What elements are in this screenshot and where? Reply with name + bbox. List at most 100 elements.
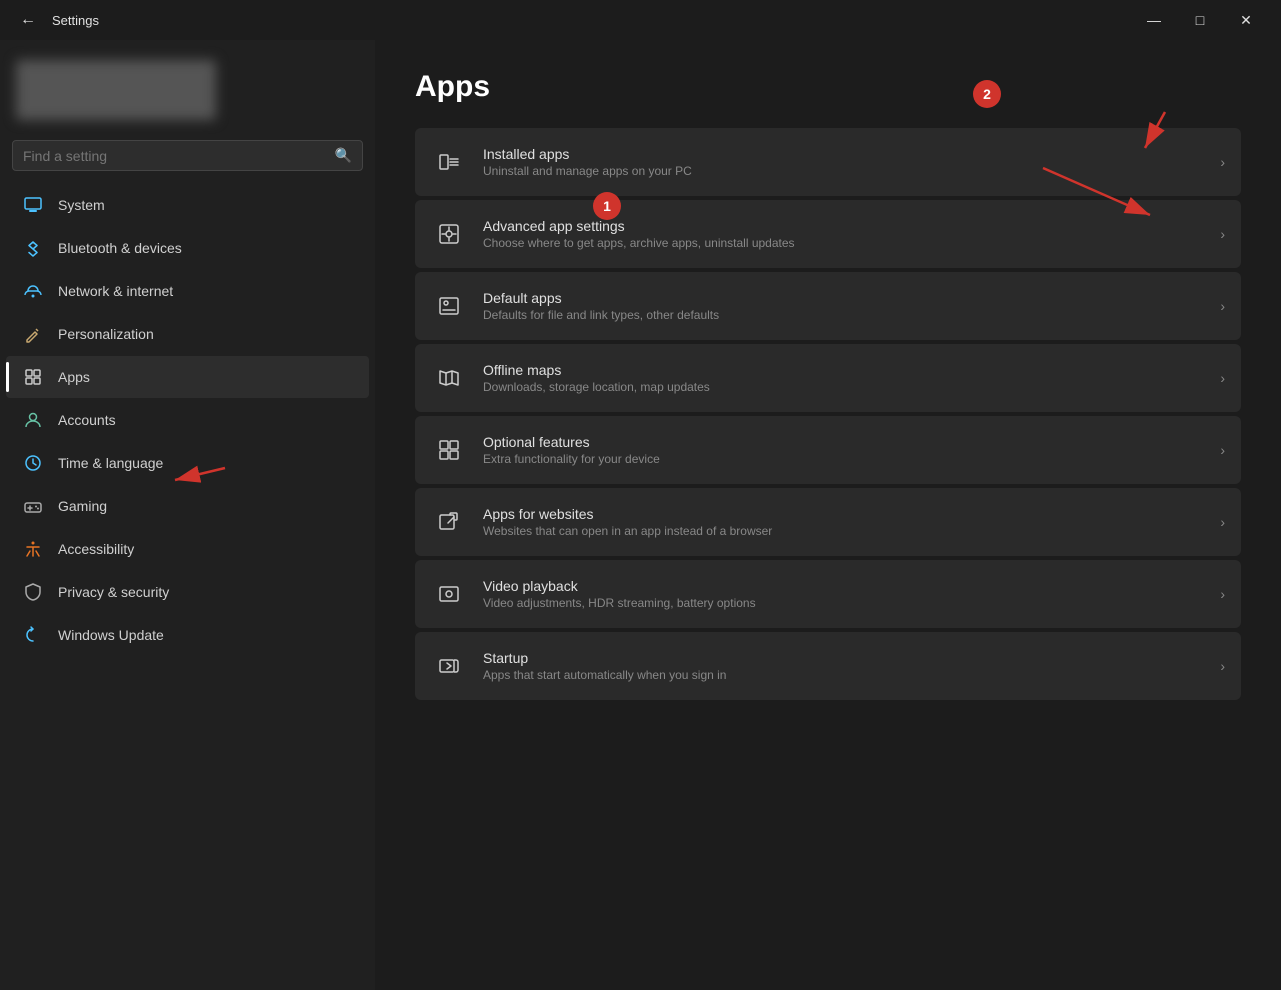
sidebar-item-label-gaming: Gaming	[58, 498, 107, 514]
optional-features-icon	[431, 432, 467, 468]
apps-for-websites-text: Apps for websites Websites that can open…	[483, 506, 1204, 538]
sidebar-item-time[interactable]: Time & language	[6, 442, 369, 484]
video-playback-title: Video playback	[483, 578, 1204, 594]
sidebar-item-network[interactable]: Network & internet	[6, 270, 369, 312]
startup-title: Startup	[483, 650, 1204, 666]
apps-icon	[22, 366, 44, 388]
close-button[interactable]: ✕	[1223, 0, 1269, 40]
installed-apps-title: Installed apps	[483, 146, 1204, 162]
sidebar-item-accounts[interactable]: Accounts	[6, 399, 369, 441]
settings-item-apps-for-websites[interactable]: Apps for websites Websites that can open…	[415, 488, 1241, 556]
sidebar-item-label-time: Time & language	[58, 455, 163, 471]
settings-item-installed-apps[interactable]: Installed apps Uninstall and manage apps…	[415, 128, 1241, 196]
video-playback-text: Video playback Video adjustments, HDR st…	[483, 578, 1204, 610]
default-apps-title: Default apps	[483, 290, 1204, 306]
sidebar-item-gaming[interactable]: Gaming	[6, 485, 369, 527]
main-layout: 🔍 System Bluetooth & devices Network & int…	[0, 40, 1281, 990]
page-title: Apps	[415, 70, 1241, 104]
sidebar-item-label-privacy: Privacy & security	[58, 584, 169, 600]
sidebar-nav: System Bluetooth & devices Network & inter…	[0, 183, 375, 657]
offline-maps-desc: Downloads, storage location, map updates	[483, 380, 1204, 394]
installed-apps-desc: Uninstall and manage apps on your PC	[483, 164, 1204, 178]
startup-chevron: ›	[1220, 658, 1225, 674]
optional-features-chevron: ›	[1220, 442, 1225, 458]
settings-item-startup[interactable]: Startup Apps that start automatically wh…	[415, 632, 1241, 700]
sidebar-item-bluetooth[interactable]: Bluetooth & devices	[6, 227, 369, 269]
system-icon	[22, 194, 44, 216]
sidebar-item-label-accounts: Accounts	[58, 412, 116, 428]
default-apps-icon	[431, 288, 467, 324]
app-title: Settings	[52, 13, 99, 28]
default-apps-text: Default apps Defaults for file and link …	[483, 290, 1204, 322]
search-icon: 🔍	[335, 147, 352, 164]
sidebar-item-update[interactable]: Windows Update	[6, 614, 369, 656]
advanced-app-settings-title: Advanced app settings	[483, 218, 1204, 234]
offline-maps-text: Offline maps Downloads, storage location…	[483, 362, 1204, 394]
sidebar-item-accessibility[interactable]: Accessibility	[6, 528, 369, 570]
apps-for-websites-title: Apps for websites	[483, 506, 1204, 522]
settings-item-default-apps[interactable]: Default apps Defaults for file and link …	[415, 272, 1241, 340]
accounts-icon	[22, 409, 44, 431]
advanced-app-settings-chevron: ›	[1220, 226, 1225, 242]
installed-apps-chevron: ›	[1220, 154, 1225, 170]
video-playback-icon	[431, 576, 467, 612]
sidebar-item-label-accessibility: Accessibility	[58, 541, 134, 557]
avatar-area	[0, 40, 375, 136]
installed-apps-text: Installed apps Uninstall and manage apps…	[483, 146, 1204, 178]
settings-item-video-playback[interactable]: Video playback Video adjustments, HDR st…	[415, 560, 1241, 628]
personalization-icon	[22, 323, 44, 345]
advanced-app-settings-desc: Choose where to get apps, archive apps, …	[483, 236, 1204, 250]
settings-item-offline-maps[interactable]: Offline maps Downloads, storage location…	[415, 344, 1241, 412]
default-apps-chevron: ›	[1220, 298, 1225, 314]
sidebar-item-apps[interactable]: Apps	[6, 356, 369, 398]
network-icon	[22, 280, 44, 302]
sidebar-item-privacy[interactable]: Privacy & security	[6, 571, 369, 613]
sidebar-item-label-system: System	[58, 197, 105, 213]
window-controls: — □ ✕	[1131, 0, 1269, 40]
search-container: 🔍	[0, 136, 375, 183]
optional-features-desc: Extra functionality for your device	[483, 452, 1204, 466]
sidebar-item-system[interactable]: System	[6, 184, 369, 226]
avatar	[16, 60, 216, 120]
sidebar: 🔍 System Bluetooth & devices Network & int…	[0, 40, 375, 990]
time-icon	[22, 452, 44, 474]
offline-maps-icon	[431, 360, 467, 396]
sidebar-item-label-update: Windows Update	[58, 627, 164, 643]
sidebar-item-label-bluetooth: Bluetooth & devices	[58, 240, 182, 256]
minimize-button[interactable]: —	[1131, 0, 1177, 40]
annotation-badge-2: 2	[973, 80, 1001, 108]
default-apps-desc: Defaults for file and link types, other …	[483, 308, 1204, 322]
bluetooth-icon	[22, 237, 44, 259]
optional-features-text: Optional features Extra functionality fo…	[483, 434, 1204, 466]
offline-maps-chevron: ›	[1220, 370, 1225, 386]
offline-maps-title: Offline maps	[483, 362, 1204, 378]
back-button[interactable]: ←	[12, 4, 44, 36]
privacy-icon	[22, 581, 44, 603]
video-playback-chevron: ›	[1220, 586, 1225, 602]
installed-apps-icon	[431, 144, 467, 180]
accessibility-icon	[22, 538, 44, 560]
titlebar: ← Settings — □ ✕	[0, 0, 1281, 40]
sidebar-item-label-network: Network & internet	[58, 283, 173, 299]
sidebar-item-personalization[interactable]: Personalization	[6, 313, 369, 355]
maximize-button[interactable]: □	[1177, 0, 1223, 40]
search-box[interactable]: 🔍	[12, 140, 363, 171]
apps-for-websites-icon	[431, 504, 467, 540]
update-icon	[22, 624, 44, 646]
advanced-app-settings-text: Advanced app settings Choose where to ge…	[483, 218, 1204, 250]
startup-desc: Apps that start automatically when you s…	[483, 668, 1204, 682]
content-area: 1 2 Apps Installed apps Uninstall and ma…	[375, 40, 1281, 990]
gaming-icon	[22, 495, 44, 517]
sidebar-item-label-personalization: Personalization	[58, 326, 154, 342]
startup-text: Startup Apps that start automatically wh…	[483, 650, 1204, 682]
advanced-app-settings-icon	[431, 216, 467, 252]
apps-for-websites-desc: Websites that can open in an app instead…	[483, 524, 1204, 538]
annotation-badge-1: 1	[593, 192, 621, 220]
startup-icon	[431, 648, 467, 684]
settings-item-advanced-app-settings[interactable]: Advanced app settings Choose where to ge…	[415, 200, 1241, 268]
apps-for-websites-chevron: ›	[1220, 514, 1225, 530]
sidebar-item-label-apps: Apps	[58, 369, 90, 385]
settings-item-optional-features[interactable]: Optional features Extra functionality fo…	[415, 416, 1241, 484]
settings-list: Installed apps Uninstall and manage apps…	[415, 128, 1241, 700]
search-input[interactable]	[23, 148, 327, 164]
